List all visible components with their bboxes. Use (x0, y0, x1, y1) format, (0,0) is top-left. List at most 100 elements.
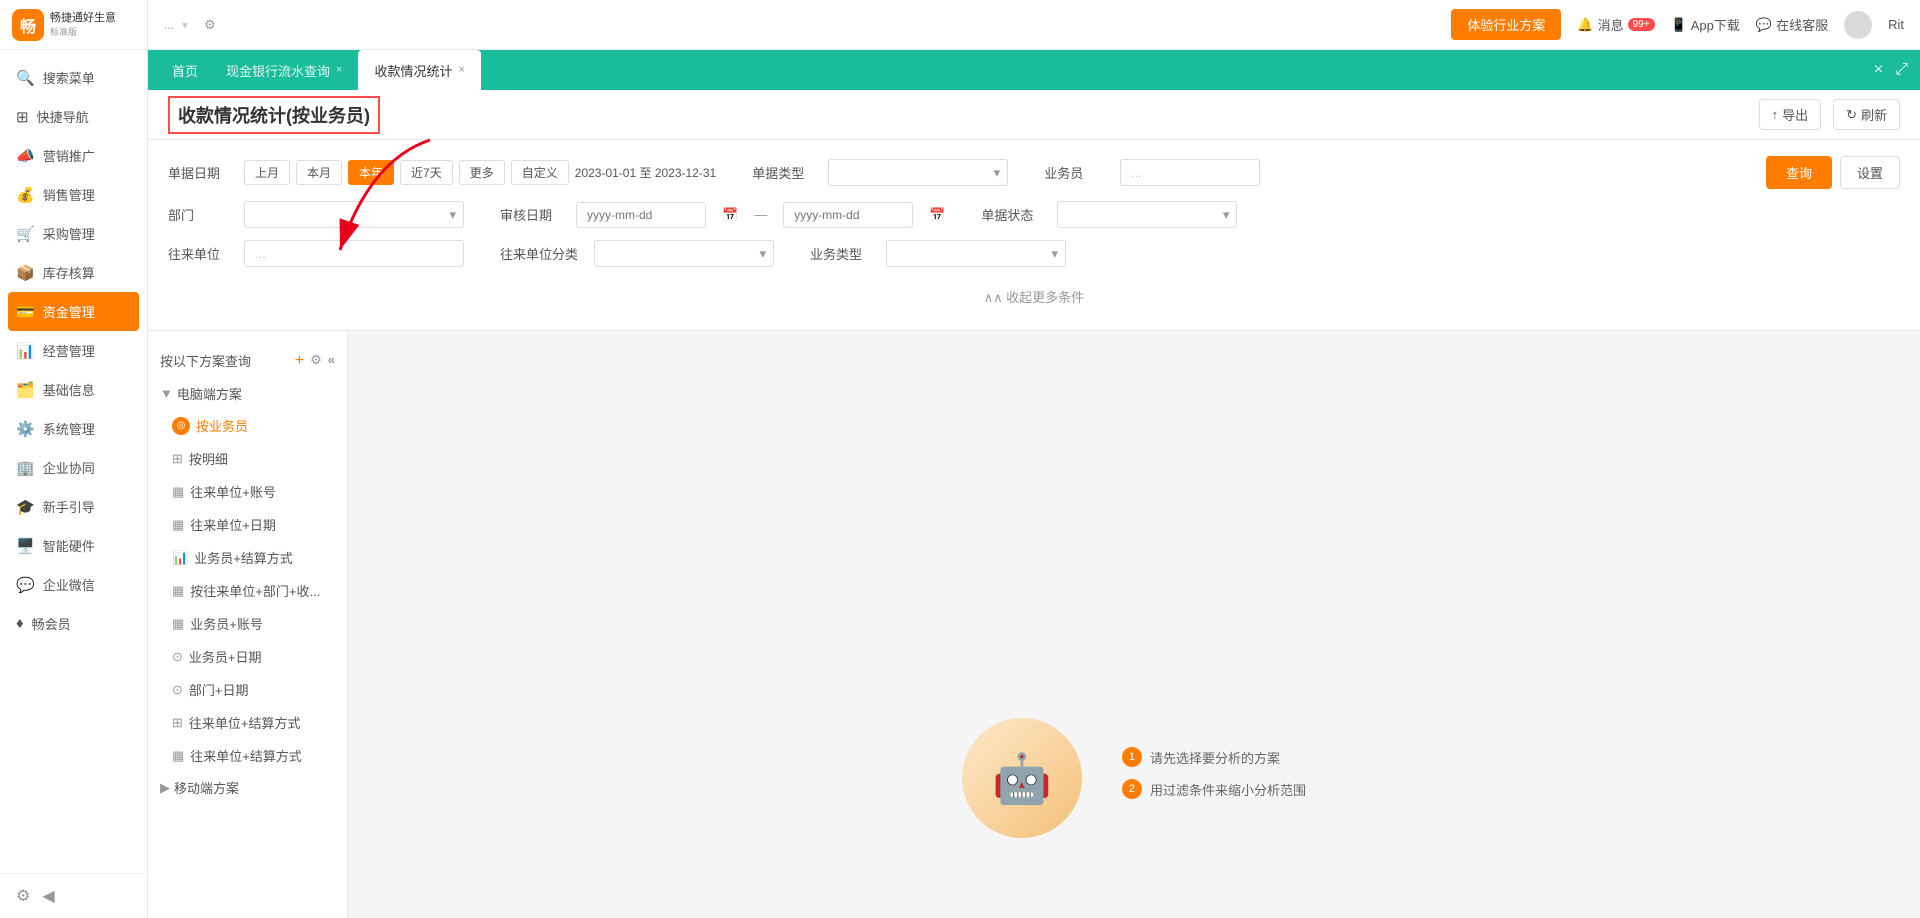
tree-item-label-ps1: 往来单位+结算方式 (189, 713, 301, 732)
filter-area: 单据日期 上月 本月 本年 近7天 更多 自定义 2023-01-01 至 20… (148, 140, 1920, 331)
sidebar-item-member[interactable]: ♦ 畅会员 (0, 604, 147, 643)
review-date-end[interactable] (783, 202, 913, 228)
date-btn-custom[interactable]: 自定义 (511, 160, 569, 185)
tree-item-partner-settle1[interactable]: ⊞ 往来单位+结算方式 (156, 706, 347, 739)
doc-status-select[interactable] (1057, 201, 1237, 228)
date-range-text: 2023-01-01 至 2023-12-31 (575, 164, 716, 181)
tree-item-salesperson-account[interactable]: ▦ 业务员+账号 (156, 607, 347, 640)
sidebar-item-purchase[interactable]: 🛒 采购管理 (0, 214, 147, 253)
footer-collapse-icon[interactable]: ◀ (42, 886, 54, 906)
partner-input-wrap[interactable]: ... (244, 240, 464, 267)
doc-type-select[interactable] (828, 159, 1008, 186)
dept-select-wrap (244, 201, 464, 228)
tab-close-all-btn[interactable]: × (1874, 61, 1883, 79)
tree-item-partner-account[interactable]: ▦ 往来单位+账号 (156, 475, 347, 508)
date-btn-7days[interactable]: 近7天 (400, 160, 453, 185)
tree-item-salesperson-date[interactable]: ⊙ 业务员+日期 (156, 640, 347, 673)
panel-add-icon[interactable]: + (295, 352, 304, 370)
system-icon: ⚙️ (16, 420, 35, 438)
sidebar-item-system[interactable]: ⚙️ 系统管理 (0, 409, 147, 448)
tab-collection-stats[interactable]: 收款情况统计 × (358, 50, 480, 90)
breadcrumb-dropdown-icon[interactable]: ▾ (182, 18, 188, 32)
tree-item-partner-dept[interactable]: ▦ 按往来单位+部门+收... (156, 574, 347, 607)
sidebar-item-hardware[interactable]: 🖥️ 智能硬件 (0, 526, 147, 565)
tree-item-detail[interactable]: ⊞ 按明细 (156, 442, 347, 475)
notification-icon: 🔔 (1577, 17, 1593, 33)
header-actions: 体验行业方案 🔔 消息 99+ 📱 App下载 💬 在线客服 Rit (1451, 9, 1904, 40)
sidebar-item-inventory[interactable]: 📦 库存核算 (0, 253, 147, 292)
panel-title: 按以下方案查询 (160, 351, 295, 370)
sales-icon: 💰 (16, 186, 35, 204)
app-download-btn[interactable]: 📱 App下载 (1671, 15, 1740, 34)
filter-settings-btn[interactable]: 设置 (1840, 156, 1900, 189)
header-settings-btn[interactable]: ⚙ (204, 17, 216, 33)
sidebar: 畅 畅捷通好生意 标准版 🔍 搜索菜单 ⊞ 快捷导航 📣 营销推广 💰 销售管理… (0, 0, 148, 918)
base-icon: 🗂️ (16, 381, 35, 399)
sidebar-item-business[interactable]: 📊 经营管理 (0, 331, 147, 370)
sidebar-label-purchase: 采购管理 (43, 224, 95, 243)
download-icon: 📱 (1671, 17, 1687, 33)
left-panel: 按以下方案查询 + ⚙ « ▼ 电脑端方案 ◎ 按 (148, 331, 348, 918)
calendar-end-icon[interactable]: 📅 (929, 207, 945, 223)
panel-header-icons: + ⚙ « (295, 352, 335, 370)
sidebar-item-search[interactable]: 🔍 搜索菜单 (0, 58, 147, 97)
tab-bank-flow[interactable]: 现金银行流水查询 × (210, 50, 358, 90)
tree-item-partner-settle2[interactable]: ▦ 往来单位+结算方式 (156, 739, 347, 772)
sidebar-item-corp[interactable]: 🏢 企业协同 (0, 448, 147, 487)
panel-collapse-icon[interactable]: « (328, 352, 335, 370)
dept-select[interactable] (244, 201, 464, 228)
doc-status-select-wrap (1057, 201, 1237, 228)
tree-item-partner-date[interactable]: ▦ 往来单位+日期 (156, 508, 347, 541)
sidebar-item-quick[interactable]: ⊞ 快捷导航 (0, 97, 147, 136)
tree-item-dept-date[interactable]: ⊙ 部门+日期 (156, 673, 347, 706)
date-btn-last-month[interactable]: 上月 (244, 160, 290, 185)
biz-type-select[interactable] (886, 240, 1066, 267)
date-btn-this-year[interactable]: 本年 (348, 160, 394, 185)
tree-item-label-pd: 往来单位+日期 (190, 515, 276, 534)
online-service-btn[interactable]: 💬 在线客服 (1756, 15, 1828, 34)
sidebar-item-wechat[interactable]: 💬 企业微信 (0, 565, 147, 604)
sidebar-item-base[interactable]: 🗂️ 基础信息 (0, 370, 147, 409)
trial-btn[interactable]: 体验行业方案 (1451, 9, 1561, 40)
date-btn-more[interactable]: 更多 (459, 160, 505, 185)
empty-tip-1: 1 请先选择要分析的方案 (1122, 747, 1306, 767)
notification-count: 99+ (1628, 18, 1655, 31)
calendar-start-icon[interactable]: 📅 (722, 207, 738, 223)
tree-item-label-salesperson: 按业务员 (196, 416, 248, 435)
salesperson-input-wrap[interactable]: ... (1120, 159, 1260, 186)
tab-maximize-btn[interactable]: ⤢ (1895, 61, 1908, 79)
export-btn[interactable]: ↑ 导出 (1759, 99, 1822, 130)
user-avatar[interactable] (1844, 11, 1872, 39)
refresh-btn[interactable]: ↻ 刷新 (1833, 99, 1900, 130)
doc-status-label: 单据状态 (981, 205, 1041, 224)
doc-type-label: 单据类型 (752, 163, 812, 182)
sidebar-item-sales[interactable]: 💰 销售管理 (0, 175, 147, 214)
tab-bank-flow-close[interactable]: × (336, 64, 342, 76)
partner-category-select[interactable] (594, 240, 774, 267)
panel-settings-icon[interactable]: ⚙ (310, 352, 322, 370)
sidebar-item-finance[interactable]: 💳 资金管理 (8, 292, 139, 331)
date-btn-this-month[interactable]: 本月 (296, 160, 342, 185)
sidebar-label-business: 经营管理 (43, 341, 95, 360)
tab-collection-stats-close[interactable]: × (458, 64, 464, 76)
collapse-bar[interactable]: ∧∧ 收起更多条件 (168, 279, 1900, 314)
tree-item-salesperson-settle[interactable]: 📊 业务员+结算方式 (156, 541, 347, 574)
tree-desktop-header[interactable]: ▼ 电脑端方案 (148, 378, 347, 409)
sidebar-label-finance: 资金管理 (43, 302, 95, 321)
review-date-start[interactable] (576, 202, 706, 228)
sidebar-item-guide[interactable]: 🎓 新手引导 (0, 487, 147, 526)
tip-text-1: 请先选择要分析的方案 (1150, 748, 1280, 767)
tree-mobile-label: 移动端方案 (174, 778, 239, 797)
sidebar-nav: 🔍 搜索菜单 ⊞ 快捷导航 📣 营销推广 💰 销售管理 🛒 采购管理 📦 库存核… (0, 50, 147, 873)
sidebar-item-marketing[interactable]: 📣 营销推广 (0, 136, 147, 175)
query-btn[interactable]: 查询 (1766, 156, 1832, 189)
tree-item-by-salesperson[interactable]: ◎ 按业务员 (156, 409, 347, 442)
tree-section-desktop: ▼ 电脑端方案 ◎ 按业务员 ⊞ 按明细 ▦ (148, 378, 347, 772)
notification-btn[interactable]: 🔔 消息 99+ (1577, 15, 1654, 34)
footer-settings-icon[interactable]: ⚙ (16, 886, 30, 906)
tree-desktop-label: 电脑端方案 (177, 384, 242, 403)
tab-bar-right: × ⤢ (1874, 61, 1908, 79)
empty-tip-2: 2 用过滤条件来缩小分析范围 (1122, 779, 1306, 799)
tab-home[interactable]: 首页 (160, 61, 210, 80)
tree-mobile-header[interactable]: ▶ 移动端方案 (148, 772, 347, 803)
